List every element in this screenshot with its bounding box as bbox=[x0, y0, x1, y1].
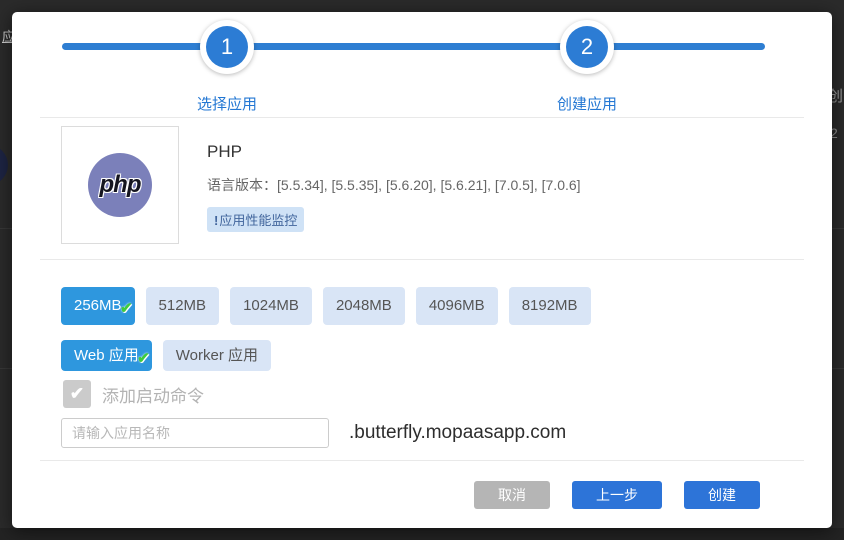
selected-check-icon: ✔ bbox=[137, 350, 150, 367]
startup-command-row: ✔ 添加启动命令 bbox=[63, 380, 204, 408]
memory-option-2048mb[interactable]: 2048MB bbox=[322, 287, 405, 325]
step-circle-ring: 2 bbox=[560, 20, 614, 74]
checkbox-check-icon: ✔ bbox=[69, 384, 85, 403]
memory-option-label: 8192MB bbox=[521, 297, 578, 314]
step-circle-ring: 1 bbox=[200, 20, 254, 74]
domain-suffix-text: .butterfly.mopaasapp.com bbox=[349, 422, 567, 443]
memory-option-256mb[interactable]: 256MB ✔ bbox=[61, 287, 135, 325]
app-type-web[interactable]: Web 应用 ✔ bbox=[61, 340, 152, 371]
memory-option-1024mb[interactable]: 1024MB bbox=[230, 287, 312, 325]
app-name-row: .butterfly.mopaasapp.com bbox=[61, 418, 566, 448]
step-label: 创建应用 bbox=[556, 96, 617, 113]
memory-option-512mb[interactable]: 512MB bbox=[145, 287, 220, 325]
divider bbox=[40, 259, 804, 260]
memory-option-label: 1024MB bbox=[243, 297, 299, 314]
performance-monitor-badge: !应用性能监控 bbox=[207, 207, 305, 232]
step-number-badge: 1 bbox=[206, 26, 248, 68]
memory-option-4096mb[interactable]: 4096MB bbox=[415, 287, 498, 325]
cancel-button[interactable]: 取消 bbox=[474, 481, 550, 509]
startup-command-label: 添加启动命令 bbox=[102, 386, 204, 406]
memory-size-options: 256MB ✔ 512MB 1024MB 2048MB 4096MB 8192M… bbox=[61, 287, 591, 325]
background-bottom-strip bbox=[0, 528, 844, 540]
memory-option-8192mb[interactable]: 8192MB bbox=[508, 287, 591, 325]
selected-app-card: php bbox=[61, 126, 179, 244]
startup-command-checkbox[interactable]: ✔ bbox=[63, 380, 91, 408]
step-number-badge: 2 bbox=[566, 26, 608, 68]
step-label: 选择应用 bbox=[196, 96, 257, 113]
php-logo-icon: php bbox=[88, 153, 152, 217]
app-name-title: PHP bbox=[207, 142, 242, 161]
app-versions-text: 语言版本：[5.5.34], [5.5.35], [5.6.20], [5.6.… bbox=[207, 177, 581, 193]
background-avatar-fragment bbox=[0, 145, 8, 185]
stepper-step-select-app[interactable]: 1 选择应用 bbox=[157, 20, 297, 114]
divider bbox=[40, 117, 804, 118]
memory-option-label: 512MB bbox=[158, 297, 207, 314]
memory-option-label: 2048MB bbox=[335, 297, 392, 314]
divider bbox=[40, 460, 804, 461]
app-name-input[interactable] bbox=[61, 418, 329, 448]
selected-check-icon: ✔ bbox=[119, 300, 133, 317]
previous-step-button[interactable]: 上一步 bbox=[572, 481, 662, 509]
app-info: PHP 语言版本：[5.5.34], [5.5.35], [5.6.20], [… bbox=[207, 142, 581, 232]
stepper-step-create-app[interactable]: 2 创建应用 bbox=[517, 20, 657, 114]
app-type-label: Web 应用 bbox=[74, 347, 139, 364]
create-button[interactable]: 创建 bbox=[684, 481, 760, 509]
exclamation-icon: ! bbox=[214, 213, 219, 228]
app-type-worker[interactable]: Worker 应用 bbox=[162, 340, 271, 371]
memory-option-label: 4096MB bbox=[428, 297, 485, 314]
badge-label: 应用性能监控 bbox=[219, 213, 298, 228]
app-type-options: Web 应用 ✔ Worker 应用 bbox=[61, 340, 271, 371]
memory-option-label: 256MB bbox=[74, 297, 122, 314]
modal-footer: 取消 上一步 创建 bbox=[474, 481, 760, 509]
create-app-modal: 1 选择应用 2 创建应用 php PHP 语言版本：[5.5.34], [5.… bbox=[12, 12, 832, 528]
app-type-label: Worker 应用 bbox=[175, 347, 258, 364]
